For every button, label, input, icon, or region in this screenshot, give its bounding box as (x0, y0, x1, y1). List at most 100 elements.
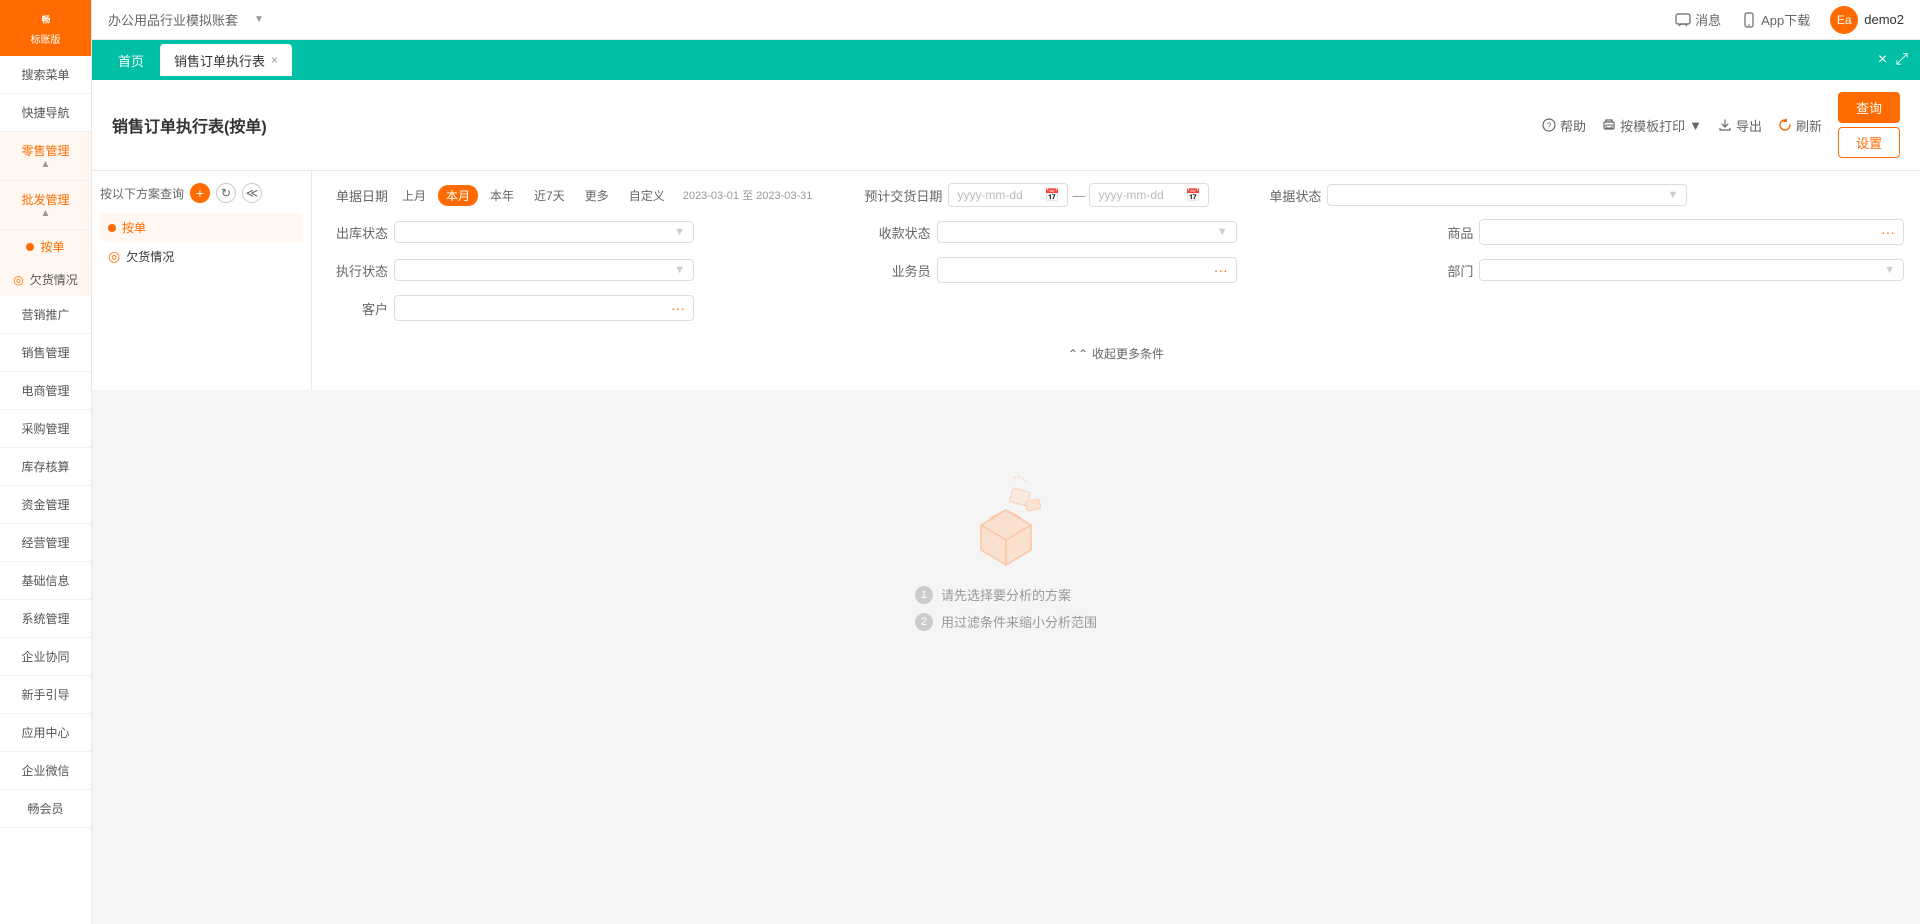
shortcut-more[interactable]: 更多 (577, 185, 617, 206)
step-1-label: 请先选择要分析的方案 (941, 585, 1071, 604)
phone-icon (1741, 12, 1757, 28)
shortcut-current-year[interactable]: 本年 (482, 185, 522, 206)
exec-status-chevron: ▼ (674, 264, 685, 276)
collapse-button[interactable]: ⌃⌃ 收起更多条件 (1060, 337, 1172, 370)
app-download-label: App下载 (1761, 10, 1810, 29)
print-label: 按模板打印 (1620, 116, 1685, 135)
avatar: Ea (1830, 6, 1858, 34)
sidebar-sub-item-order[interactable]: 按单 (0, 230, 91, 263)
calendar-start-icon[interactable]: 📅 (1044, 188, 1059, 202)
sidebar-members-label: 畅会员 (4, 800, 87, 817)
sidebar-item-sales[interactable]: 销售管理 (0, 334, 91, 372)
shortcut-last7[interactable]: 近7天 (526, 185, 573, 206)
sidebar-quick-nav-item[interactable]: 快捷导航 (0, 94, 91, 132)
doc-status-chevron: ▼ (1668, 189, 1679, 201)
export-button[interactable]: 导出 (1718, 116, 1762, 135)
customer-more-icon[interactable]: ··· (671, 300, 685, 316)
user-menu-button[interactable]: Ea demo2 (1830, 6, 1904, 34)
sidebar-debt-label: 欠货情况 (30, 271, 78, 288)
goods-more-icon[interactable]: ··· (1881, 224, 1895, 240)
collapse-scheme-button[interactable]: ≪ (242, 183, 262, 203)
logo-text: 标账版 (31, 31, 61, 46)
sidebar-item-members[interactable]: 畅会员 (0, 790, 91, 828)
svg-text:?: ? (1547, 122, 1552, 131)
sidebar-item-finance[interactable]: 资金管理 (0, 486, 91, 524)
page-title: 销售订单执行表(按单) (112, 113, 267, 137)
empty-svg (956, 470, 1056, 570)
sidebar-item-enterprise[interactable]: 企业协同 (0, 638, 91, 676)
refresh-button[interactable]: 刷新 (1778, 116, 1822, 135)
goods-input[interactable]: ··· (1479, 219, 1904, 245)
tab-close-icon[interactable]: × (271, 53, 278, 67)
empty-step-2: 2 用过滤条件来缩小分析范围 (915, 612, 1097, 631)
exec-status-select[interactable]: ▼ (394, 259, 694, 281)
tab-home[interactable]: 首页 (104, 44, 158, 76)
sidebar-wholesale-label: 批发管理 (21, 191, 69, 208)
shortcut-custom[interactable]: 自定义 (621, 185, 673, 206)
sidebar-sub-item-debt[interactable]: ◎ 欠货情况 (0, 263, 91, 296)
empty-step-1: 1 请先选择要分析的方案 (915, 585, 1097, 604)
sidebar-item-basic[interactable]: 基础信息 (0, 562, 91, 600)
sidebar-item-corp-wechat[interactable]: 企业微信 (0, 752, 91, 790)
sidebar-purchase-label: 采购管理 (4, 420, 87, 437)
sidebar-item-operations[interactable]: 经营管理 (0, 524, 91, 562)
scheme-item-order[interactable]: 按单 (100, 213, 303, 242)
debt-scheme-icon: ◎ (108, 248, 120, 265)
window-close-button[interactable]: × (1878, 51, 1887, 69)
help-label: 帮助 (1560, 116, 1586, 135)
salesperson-more-icon[interactable]: ··· (1214, 262, 1228, 278)
page-content: 销售订单执行表(按单) ? 帮助 按模板打印 ▼ 导出 刷新 (92, 80, 1920, 924)
sidebar-newbie-label: 新手引导 (4, 686, 87, 703)
doc-status-select[interactable]: ▼ (1327, 184, 1687, 206)
sidebar-item-inventory[interactable]: 库存核算 (0, 448, 91, 486)
message-icon (1675, 12, 1691, 28)
scheme-order-label: 按单 (122, 219, 146, 236)
sidebar-item-wholesale[interactable]: 批发管理 ▲ (0, 181, 91, 230)
salesperson-input[interactable]: ··· (937, 257, 1237, 283)
scheme-item-debt[interactable]: ◎ 欠货情况 (100, 242, 303, 271)
sidebar-item-system[interactable]: 系统管理 (0, 600, 91, 638)
out-status-select[interactable]: ▼ (394, 221, 694, 243)
query-button[interactable]: 查询 (1838, 92, 1900, 123)
shortcut-current-month[interactable]: 本月 (438, 185, 478, 206)
sidebar-logo: 畅 标账版 (0, 0, 91, 56)
expected-date-end[interactable]: yyyy-mm-dd 📅 (1089, 183, 1209, 207)
calendar-end-icon[interactable]: 📅 (1185, 188, 1200, 202)
add-scheme-button[interactable]: + (190, 183, 210, 203)
date-range-display: 2023-03-01 至 2023-03-31 (683, 187, 813, 203)
print-template-button[interactable]: 按模板打印 ▼ (1602, 116, 1702, 135)
goods-label: 商品 (1413, 223, 1473, 242)
tab-sales-order-exec[interactable]: 销售订单执行表 × (160, 44, 292, 76)
window-maximize-button[interactable]: ⤢ (1895, 51, 1908, 69)
refresh-scheme-button[interactable]: ↻ (216, 183, 236, 203)
expected-date-start[interactable]: yyyy-mm-dd 📅 (948, 183, 1068, 207)
step-2-num: 2 (915, 613, 933, 631)
settings-button[interactable]: 设置 (1838, 127, 1900, 158)
sidebar-item-apps[interactable]: 应用中心 (0, 714, 91, 752)
shortcut-last-month[interactable]: 上月 (394, 185, 434, 206)
app-name[interactable]: 办公用品行业模拟账套 (108, 10, 238, 29)
date-shortcuts: 上月 本月 本年 近7天 更多 自定义 (394, 185, 673, 206)
sidebar-item-retail[interactable]: 零售管理 ▲ (0, 132, 91, 181)
sidebar-corpwechat-label: 企业微信 (4, 762, 87, 779)
scheme-active-dot (108, 224, 116, 232)
help-button[interactable]: ? 帮助 (1542, 116, 1586, 135)
sidebar-search-label: 搜索菜单 (4, 66, 87, 83)
out-status-chevron: ▼ (674, 226, 685, 238)
app-download-button[interactable]: App下载 (1741, 10, 1810, 29)
app-dropdown-icon[interactable]: ▼ (254, 14, 264, 25)
customer-input[interactable]: ··· (394, 295, 694, 321)
message-button[interactable]: 消息 (1675, 10, 1721, 29)
sidebar-item-purchase[interactable]: 采购管理 (0, 410, 91, 448)
dept-select[interactable]: ▼ (1479, 259, 1904, 281)
empty-state: 1 请先选择要分析的方案 2 用过滤条件来缩小分析范围 (92, 390, 1920, 711)
sidebar-search-item[interactable]: 搜索菜单 (0, 56, 91, 94)
refresh-label: 刷新 (1796, 116, 1822, 135)
expected-date-range: yyyy-mm-dd 📅 — yyyy-mm-dd 📅 (948, 183, 1209, 207)
receipt-status-select[interactable]: ▼ (937, 221, 1237, 243)
print-dropdown-icon[interactable]: ▼ (1689, 118, 1702, 133)
sidebar-item-marketing[interactable]: 营销推广 (0, 296, 91, 334)
dept-label: 部门 (1413, 261, 1473, 280)
sidebar-item-ecommerce[interactable]: 电商管理 (0, 372, 91, 410)
sidebar-item-newbie[interactable]: 新手引导 (0, 676, 91, 714)
